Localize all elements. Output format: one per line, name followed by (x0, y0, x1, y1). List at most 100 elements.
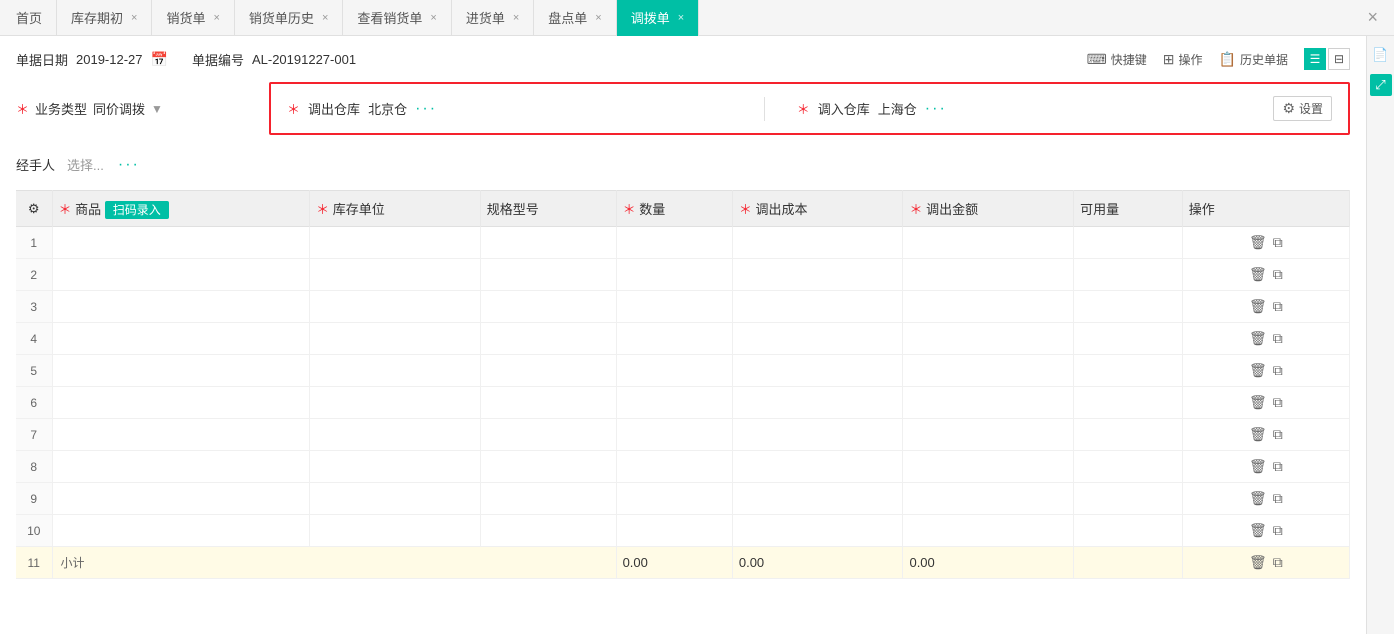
row-cost[interactable] (732, 387, 903, 419)
row-copy-icon[interactable]: ⧉ (1273, 394, 1283, 411)
tab-home[interactable]: 首页 (8, 0, 57, 36)
tab-close-purchase[interactable]: × (513, 12, 519, 24)
row-cost[interactable] (732, 259, 903, 291)
scan-btn[interactable]: 扫码录入 (105, 201, 169, 219)
calendar-icon[interactable]: 📅 (151, 51, 168, 68)
row-amount[interactable] (903, 291, 1074, 323)
tab-close-transfer[interactable]: × (678, 12, 684, 24)
row-product[interactable] (52, 227, 310, 259)
row-spec[interactable] (480, 451, 616, 483)
row-delete-icon[interactable]: 🗑 (1249, 394, 1267, 411)
row-copy-icon[interactable]: ⧉ (1273, 554, 1283, 571)
row-spec[interactable] (480, 227, 616, 259)
grid-view-btn[interactable]: ⊟ (1328, 48, 1350, 70)
handler-value[interactable]: 选择... (67, 155, 104, 174)
row-copy-icon[interactable]: ⧉ (1273, 234, 1283, 251)
row-amount[interactable] (903, 259, 1074, 291)
row-unit[interactable] (310, 451, 481, 483)
row-product[interactable] (52, 483, 310, 515)
row-unit[interactable] (310, 483, 481, 515)
row-unit[interactable] (310, 323, 481, 355)
tab-close-view-sales[interactable]: × (430, 12, 436, 24)
row-product[interactable] (52, 515, 310, 547)
row-quantity[interactable] (616, 259, 732, 291)
row-spec[interactable] (480, 259, 616, 291)
row-cost[interactable] (732, 291, 903, 323)
row-product[interactable] (52, 355, 310, 387)
row-product[interactable] (52, 291, 310, 323)
row-delete-icon[interactable]: 🗑 (1249, 362, 1267, 379)
row-amount[interactable] (903, 419, 1074, 451)
row-amount[interactable] (903, 355, 1074, 387)
row-copy-icon[interactable]: ⧉ (1273, 330, 1283, 347)
row-copy-icon[interactable]: ⧉ (1273, 522, 1283, 539)
row-quantity[interactable] (616, 355, 732, 387)
row-unit[interactable] (310, 355, 481, 387)
tab-transfer[interactable]: 调拨单 × (617, 0, 699, 36)
row-amount[interactable] (903, 387, 1074, 419)
row-product[interactable] (52, 419, 310, 451)
row-spec[interactable] (480, 387, 616, 419)
row-cost[interactable] (732, 355, 903, 387)
row-delete-icon[interactable]: 🗑 (1249, 234, 1267, 251)
row-quantity[interactable] (616, 323, 732, 355)
handler-more[interactable]: ··· (118, 156, 140, 174)
tab-stock-init[interactable]: 库存期初 × (57, 0, 152, 36)
tab-purchase[interactable]: 进货单 × (452, 0, 534, 36)
row-amount[interactable] (903, 323, 1074, 355)
tab-close-sales-order[interactable]: × (213, 12, 219, 24)
sidebar-doc-icon[interactable]: 📄 (1370, 44, 1392, 66)
ops-btn[interactable]: ⊞ 操作 (1163, 51, 1203, 68)
row-cost[interactable] (732, 227, 903, 259)
history-btn[interactable]: 📋 历史单据 (1219, 51, 1288, 68)
row-unit[interactable] (310, 419, 481, 451)
transfer-in-more[interactable]: ··· (925, 100, 947, 118)
row-cost[interactable] (732, 451, 903, 483)
row-cost[interactable] (732, 483, 903, 515)
row-quantity[interactable] (616, 419, 732, 451)
row-quantity[interactable] (616, 451, 732, 483)
tab-close-inventory[interactable]: × (595, 12, 601, 24)
row-cost[interactable] (732, 419, 903, 451)
window-close-btn[interactable]: × (1359, 7, 1386, 28)
shortcut-btn[interactable]: ⌨ 快捷键 (1087, 51, 1147, 68)
row-product[interactable] (52, 259, 310, 291)
row-spec[interactable] (480, 291, 616, 323)
row-copy-icon[interactable]: ⧉ (1273, 426, 1283, 443)
tab-inventory[interactable]: 盘点单 × (534, 0, 616, 36)
row-copy-icon[interactable]: ⧉ (1273, 490, 1283, 507)
row-cost[interactable] (732, 515, 903, 547)
row-amount[interactable] (903, 515, 1074, 547)
row-quantity[interactable] (616, 483, 732, 515)
row-delete-icon[interactable]: 🗑 (1249, 426, 1267, 443)
row-delete-icon[interactable]: 🗑 (1249, 554, 1267, 571)
tab-view-sales[interactable]: 查看销货单 × (343, 0, 451, 36)
list-view-btn[interactable]: ☰ (1304, 48, 1326, 70)
sidebar-expand-icon[interactable]: ⤢ (1370, 74, 1392, 96)
row-copy-icon[interactable]: ⧉ (1273, 266, 1283, 283)
row-spec[interactable] (480, 419, 616, 451)
row-delete-icon[interactable]: 🗑 (1249, 490, 1267, 507)
tab-close-stock-init[interactable]: × (131, 12, 137, 24)
row-quantity[interactable] (616, 227, 732, 259)
row-unit[interactable] (310, 291, 481, 323)
business-type-select[interactable]: 同价调拨 ▼ (93, 99, 253, 118)
row-copy-icon[interactable]: ⧉ (1273, 458, 1283, 475)
tab-sales-order[interactable]: 销货单 × (152, 0, 234, 36)
row-delete-icon[interactable]: 🗑 (1249, 266, 1267, 283)
tab-sales-history[interactable]: 销货单历史 × (235, 0, 343, 36)
row-amount[interactable] (903, 483, 1074, 515)
row-delete-icon[interactable]: 🗑 (1249, 330, 1267, 347)
row-copy-icon[interactable]: ⧉ (1273, 298, 1283, 315)
row-delete-icon[interactable]: 🗑 (1249, 458, 1267, 475)
settings-btn[interactable]: ⚙ 设置 (1273, 96, 1332, 121)
row-spec[interactable] (480, 323, 616, 355)
row-spec[interactable] (480, 483, 616, 515)
row-unit[interactable] (310, 387, 481, 419)
row-amount[interactable] (903, 227, 1074, 259)
row-delete-icon[interactable]: 🗑 (1249, 298, 1267, 315)
row-cost[interactable] (732, 323, 903, 355)
row-spec[interactable] (480, 515, 616, 547)
row-quantity[interactable] (616, 291, 732, 323)
row-unit[interactable] (310, 515, 481, 547)
